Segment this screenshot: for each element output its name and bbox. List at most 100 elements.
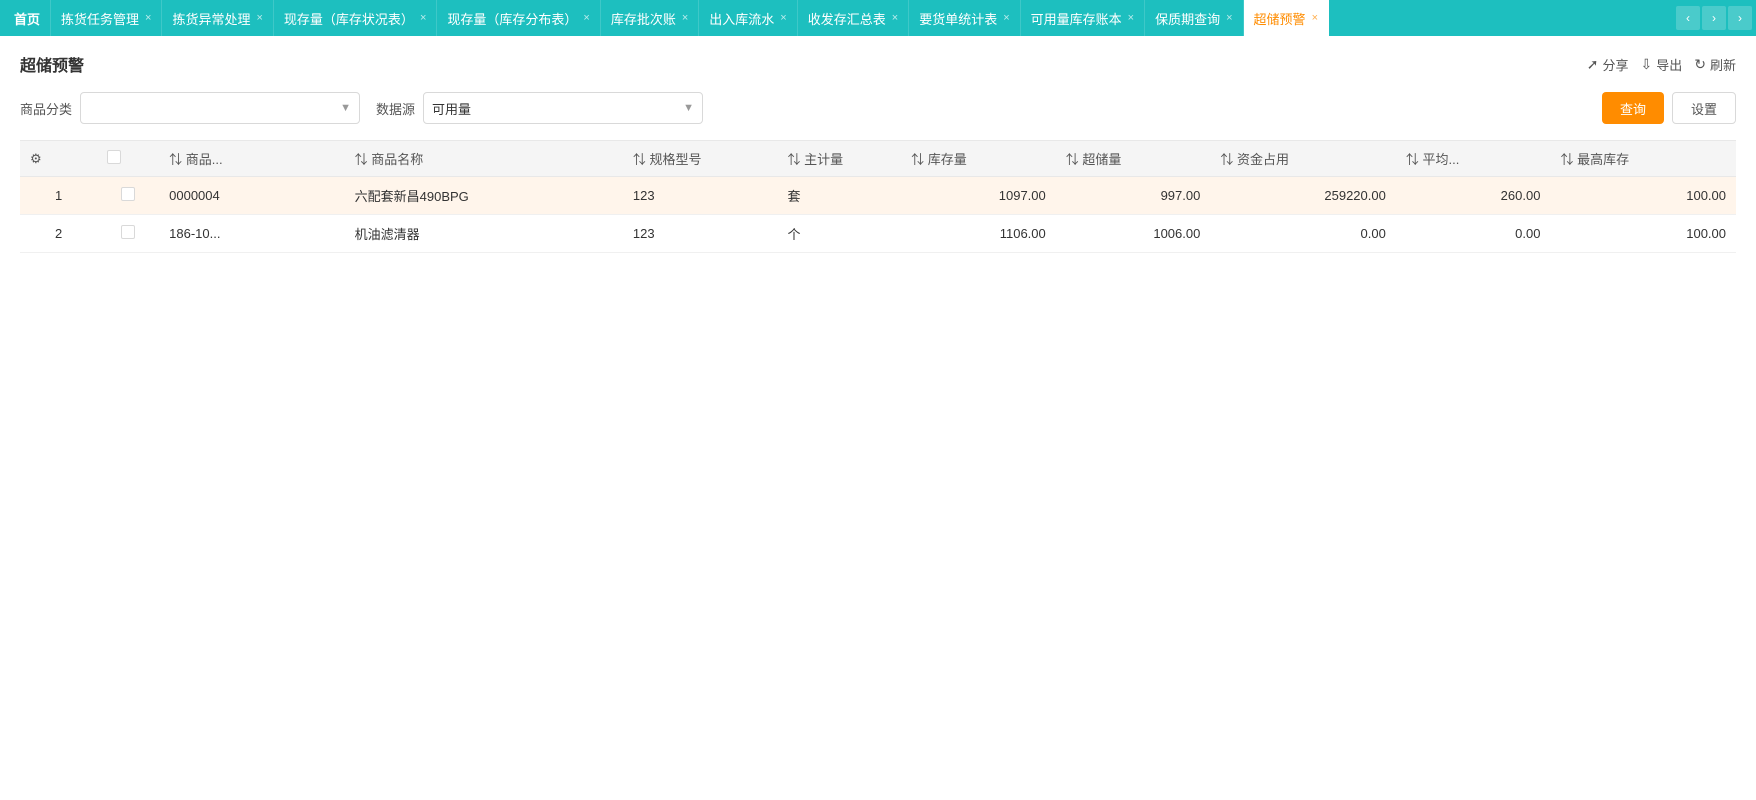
sort-icon: ⇅ (355, 152, 368, 167)
export-label: 导出 (1656, 55, 1682, 74)
nav-tab-1[interactable]: 拣货任务管理 × (51, 0, 162, 36)
select-all-checkbox[interactable] (107, 150, 121, 164)
nav-tab-5[interactable]: 库存批次账 × (601, 0, 699, 36)
col-header-unit[interactable]: ⇅ 主计量 (777, 141, 901, 177)
row-product-code: 186-10... (159, 215, 345, 253)
filter-buttons: 查询 设置 (1602, 92, 1736, 124)
col-label: 库存量 (928, 152, 967, 167)
nav-tab-3[interactable]: 现存量（库存状况表） × (274, 0, 437, 36)
sort-icon: ⇅ (1406, 152, 1419, 167)
nav-tab-8[interactable]: 要货单统计表 × (909, 0, 1020, 36)
col-header-over-storage[interactable]: ⇅ 超储量 (1056, 141, 1211, 177)
query-button[interactable]: 查询 (1602, 92, 1664, 124)
table-row: 2 186-10... 机油滤清器 123 个 1106.00 1006.00 … (20, 215, 1736, 253)
data-source-label: 数据源 (376, 99, 415, 118)
tab-close-icon[interactable]: × (892, 12, 898, 24)
nav-expand-button[interactable]: › (1728, 6, 1752, 30)
chevron-down-icon: ▼ (683, 102, 694, 114)
nav-tab-11[interactable]: 超储预警 × (1244, 0, 1329, 36)
export-icon: ⇩ (1641, 56, 1653, 73)
row-stock: 1097.00 (901, 177, 1056, 215)
col-label: 最高库存 (1577, 152, 1629, 167)
row-over-storage: 1006.00 (1056, 215, 1211, 253)
row-index: 1 (20, 177, 97, 215)
settings-button[interactable]: 设置 (1672, 92, 1736, 124)
tab-label: 库存批次账 (611, 9, 676, 28)
col-header-stock[interactable]: ⇅ 库存量 (901, 141, 1056, 177)
tab-label: 现存量（库存分布表） (447, 9, 577, 28)
tab-close-icon[interactable]: × (780, 12, 786, 24)
header-actions: ➚ 分享 ⇩ 导出 ↻ 刷新 (1587, 55, 1736, 74)
tab-close-icon[interactable]: × (1312, 12, 1318, 24)
tab-close-icon[interactable]: × (145, 12, 151, 24)
row-avg: 260.00 (1396, 177, 1551, 215)
refresh-label: 刷新 (1710, 55, 1736, 74)
tab-close-icon[interactable]: × (1226, 12, 1232, 24)
col-header-max-stock[interactable]: ⇅ 最高库存 (1550, 141, 1736, 177)
tab-close-icon[interactable]: × (682, 12, 688, 24)
chevron-down-icon: ▼ (340, 102, 351, 114)
col-header-capital[interactable]: ⇅ 资金占用 (1210, 141, 1396, 177)
tab-label: 拣货任务管理 (61, 9, 139, 28)
row-over-storage: 997.00 (1056, 177, 1211, 215)
tab-label: 现存量（库存状况表） (284, 9, 414, 28)
row-spec: 123 (623, 215, 778, 253)
nav-tab-7[interactable]: 收发存汇总表 × (798, 0, 909, 36)
nav-prev-button[interactable]: ‹ (1676, 6, 1700, 30)
nav-tab-9[interactable]: 可用量库存账本 × (1021, 0, 1145, 36)
tab-label: 要货单统计表 (919, 9, 997, 28)
col-header-avg[interactable]: ⇅ 平均... (1396, 141, 1551, 177)
data-source-select[interactable]: 可用量 ▼ (423, 92, 703, 124)
tab-close-icon[interactable]: × (1003, 12, 1009, 24)
row-avg: 0.00 (1396, 215, 1551, 253)
data-table: ⚙ ⇅ 商品... ⇅ 商品名称 ⇅ 规格型号 ⇅ (20, 140, 1736, 253)
share-icon: ➚ (1587, 56, 1599, 73)
export-button[interactable]: ⇩ 导出 (1641, 55, 1683, 74)
col-label: 主计量 (804, 152, 843, 167)
sort-icon: ⇅ (169, 152, 182, 167)
filter-data-source: 数据源 可用量 ▼ (376, 92, 703, 124)
share-button[interactable]: ➚ 分享 (1587, 55, 1629, 74)
page-content: 超储预警 ➚ 分享 ⇩ 导出 ↻ 刷新 商品分类 ▼ 数据源 (0, 36, 1756, 800)
col-label: 平均... (1422, 152, 1459, 167)
row-max-stock: 100.00 (1550, 177, 1736, 215)
col-header-gear[interactable]: ⚙ (20, 141, 97, 177)
row-max-stock: 100.00 (1550, 215, 1736, 253)
gear-icon[interactable]: ⚙ (30, 151, 42, 166)
product-category-select[interactable]: ▼ (80, 92, 360, 124)
filter-product-category: 商品分类 ▼ (20, 92, 360, 124)
page-header: 超储预警 ➚ 分享 ⇩ 导出 ↻ 刷新 (20, 52, 1736, 76)
col-header-checkbox[interactable] (97, 141, 159, 177)
col-header-spec[interactable]: ⇅ 规格型号 (623, 141, 778, 177)
table-header-row: ⚙ ⇅ 商品... ⇅ 商品名称 ⇅ 规格型号 ⇅ (20, 141, 1736, 177)
col-header-product-name[interactable]: ⇅ 商品名称 (345, 141, 623, 177)
row-index: 2 (20, 215, 97, 253)
row-checkbox[interactable] (121, 225, 135, 239)
nav-tab-10[interactable]: 保质期查询 × (1145, 0, 1243, 36)
row-capital: 0.00 (1210, 215, 1396, 253)
row-checkbox[interactable] (121, 187, 135, 201)
nav-next-button[interactable]: › (1702, 6, 1726, 30)
nav-tab-6[interactable]: 出入库流水 × (699, 0, 797, 36)
tab-label: 出入库流水 (709, 9, 774, 28)
data-source-value: 可用量 (432, 99, 471, 118)
tab-label: 可用量库存账本 (1031, 9, 1122, 28)
share-label: 分享 (1602, 55, 1628, 74)
tab-close-icon[interactable]: × (256, 12, 262, 24)
row-spec: 123 (623, 177, 778, 215)
table-row: 1 0000004 六配套新昌490BPG 123 套 1097.00 997.… (20, 177, 1736, 215)
nav-tab-2[interactable]: 拣货异常处理 × (162, 0, 273, 36)
col-label: 资金占用 (1237, 152, 1289, 167)
tab-close-icon[interactable]: × (420, 12, 426, 24)
nav-home[interactable]: 首页 (4, 0, 51, 36)
tab-label: 拣货异常处理 (172, 9, 250, 28)
col-label: 规格型号 (650, 152, 702, 167)
refresh-button[interactable]: ↻ 刷新 (1694, 55, 1736, 74)
nav-scroll-arrows: ‹ › › (1676, 6, 1752, 30)
col-header-product-code[interactable]: ⇅ 商品... (159, 141, 345, 177)
tab-close-icon[interactable]: × (583, 12, 589, 24)
sort-icon: ⇅ (1560, 152, 1573, 167)
nav-tab-4[interactable]: 现存量（库存分布表） × (437, 0, 600, 36)
sort-icon: ⇅ (787, 152, 800, 167)
tab-close-icon[interactable]: × (1128, 12, 1134, 24)
